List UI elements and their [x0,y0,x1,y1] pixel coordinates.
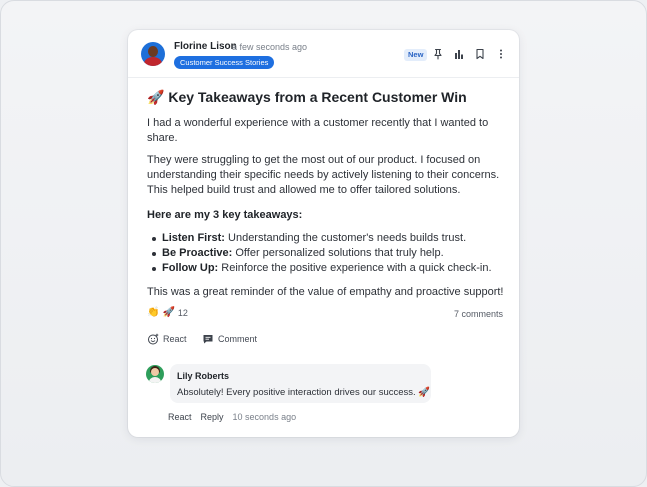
takeaway-label: Be Proactive: [162,247,233,259]
takeaway-item: Follow Up: Reinforce the positive experi… [152,261,507,276]
more-icon-svg [500,49,502,59]
post-closing: This was a great reminder of the value o… [147,286,504,298]
post-time: a few seconds ago [232,42,308,52]
comment-label: Comment [218,334,258,344]
post-title: 🚀 Key Takeaways from a Recent Customer W… [147,88,507,106]
comment-react-link[interactable]: React [168,412,192,422]
post-paragraph-2: They were struggling to get the most out… [147,154,500,196]
avatar-body [144,57,162,66]
avatar-head [151,368,159,376]
bookmark-icon-svg [476,48,484,60]
bookmark-icon[interactable] [473,47,487,61]
commenter-avatar[interactable] [146,365,164,383]
post-card: Florine Lison a few seconds ago Customer… [128,30,519,437]
comment-text: Absolutely! Every positive interaction d… [177,387,431,398]
comment-bubble: Lily Roberts Absolutely! Every positive … [170,364,431,403]
comments-count-link[interactable]: 7 comments [454,309,503,319]
new-badge: New [404,49,428,61]
react-button[interactable]: React [147,333,187,345]
reactions-summary[interactable]: 👏 🚀 12 [147,307,188,318]
avatar-body [149,377,161,383]
rocket-emoji: 🚀 [147,89,165,105]
react-label: React [163,334,187,344]
takeaway-item: Be Proactive: Offer personalized solutio… [152,246,507,261]
chart-icon-svg [455,50,463,59]
takeaways-heading: Here are my 3 key takeaways: [147,209,303,221]
comment-time: 10 seconds ago [232,412,297,422]
takeaway-text: Reinforce the positive experience with a… [218,262,492,274]
comment-reply-link[interactable]: Reply [201,412,224,422]
chart-icon[interactable] [452,47,466,61]
comment-icon [203,335,213,344]
rocket-emoji: 🚀 [162,307,175,318]
pin-icon[interactable] [431,47,445,61]
avatar-head [148,46,158,57]
post-paragraph-1: I had a wonderful experience with a cust… [147,117,489,144]
takeaway-label: Follow Up: [162,262,219,274]
pin-icon-svg [434,48,442,60]
clap-emoji: 👏 [147,307,160,318]
comment-button[interactable]: Comment [202,333,257,345]
takeaway-text: Understanding the customer's needs build… [224,232,467,244]
commenter-name[interactable]: Lily Roberts [177,371,424,381]
author-name[interactable]: Florine Lison [174,41,237,52]
takeaways-list: Listen First: Understanding the customer… [152,231,507,276]
comment-actions: React Reply 10 seconds ago [168,412,296,422]
post-header: Florine Lison a few seconds ago Customer… [128,30,519,78]
group-tag[interactable]: Customer Success Stories [174,56,275,69]
author-avatar[interactable] [141,42,165,66]
takeaway-text: Offer personalized solutions that truly … [232,247,444,259]
post-content: 🚀 Key Takeaways from a Recent Customer W… [147,88,507,300]
react-icon [148,333,159,345]
more-icon[interactable] [494,47,508,61]
takeaway-item: Listen First: Understanding the customer… [152,231,507,246]
reaction-count: 12 [177,307,188,318]
post-title-text: Key Takeaways from a Recent Customer Win [168,89,467,105]
takeaway-label: Listen First: [162,232,225,244]
